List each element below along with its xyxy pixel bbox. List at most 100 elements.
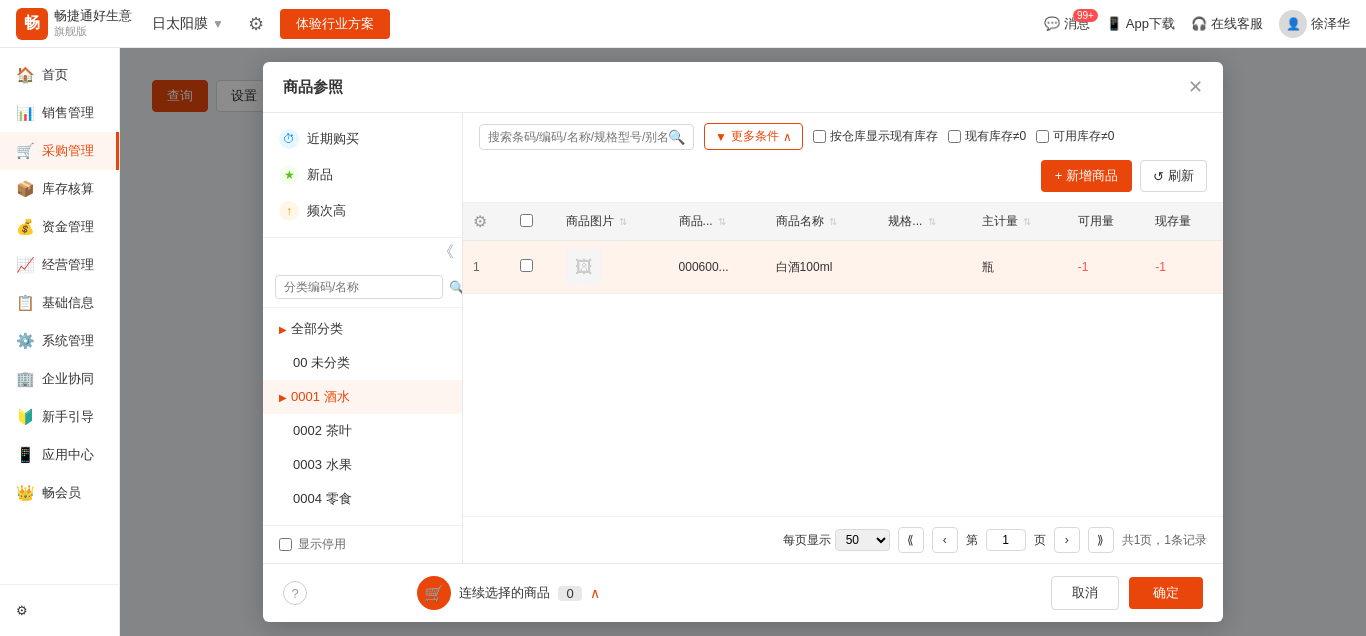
product-reference-modal: 商品参照 ✕ ⏱ 近期购买 ★ 新品	[263, 62, 1223, 622]
table-header-row: ⚙ 商品图片 ⇅	[463, 203, 1223, 241]
message-nav-item[interactable]: 💬 消息 99+	[1044, 15, 1090, 33]
first-page-btn[interactable]: ⟪	[898, 527, 924, 553]
by-warehouse-checkbox[interactable]	[813, 130, 826, 143]
category-item-00[interactable]: 00 未分类	[263, 346, 462, 380]
chevron-up-icon: ∧	[783, 130, 792, 144]
refresh-btn[interactable]: ↺ 刷新	[1140, 160, 1207, 192]
sidebar-item-basic[interactable]: 📋 基础信息	[0, 284, 119, 322]
img-sort-icon: ⇅	[619, 216, 627, 227]
sidebar-item-operation[interactable]: 📈 经营管理	[0, 246, 119, 284]
category-item-all[interactable]: ▶ 全部分类	[263, 312, 462, 346]
category-list: ▶ 全部分类 00 未分类 ▶ 0001 酒水 0002 茶	[263, 308, 462, 525]
th-img: 商品图片 ⇅	[556, 203, 669, 241]
cancel-btn[interactable]: 取消	[1051, 576, 1119, 610]
sidebar-item-enterprise[interactable]: 🏢 企业协同	[0, 360, 119, 398]
collapse-panel-btn[interactable]: 《	[263, 238, 462, 267]
inventory-icon: 📦	[16, 180, 34, 198]
message-icon: 💬	[1044, 16, 1060, 31]
cart-icon-btn[interactable]: 🛒	[417, 576, 451, 610]
app-download-nav-item[interactable]: 📱 App下载	[1106, 15, 1175, 33]
quick-link-recent[interactable]: ⏱ 近期购买	[263, 121, 462, 157]
sidebar-item-apps[interactable]: 📱 应用中心	[0, 436, 119, 474]
show-disabled-row: 显示停用	[263, 525, 462, 563]
sidebar-item-label: 经营管理	[42, 256, 94, 274]
sidebar-item-vip[interactable]: 👑 畅会员	[0, 474, 119, 512]
category-search-icon[interactable]: 🔍	[449, 280, 463, 295]
spec-sort-icon: ⇅	[928, 216, 936, 227]
system-icon: ⚙️	[16, 332, 34, 350]
sidebar-item-sales[interactable]: 📊 销售管理	[0, 94, 119, 132]
td-checkbox[interactable]	[510, 241, 556, 294]
modal-body: ⏱ 近期购买 ★ 新品 ↑ 频次高	[263, 113, 1223, 563]
table-settings-icon[interactable]: ⚙	[473, 213, 487, 230]
user-nav-item[interactable]: 👤 徐泽华	[1279, 10, 1350, 38]
table-row[interactable]: 1 🖼	[463, 241, 1223, 294]
operation-icon: 📈	[16, 256, 34, 274]
avatar: 👤	[1279, 10, 1307, 38]
modal-close-icon[interactable]: ✕	[1188, 76, 1203, 98]
confirm-btn[interactable]: 确定	[1129, 577, 1203, 609]
recent-icon: ⏱	[279, 129, 299, 149]
logo-title: 畅捷通好生意	[54, 8, 132, 25]
more-conditions-btn[interactable]: ▼ 更多条件 ∧	[704, 123, 803, 150]
available-nonzero-checkbox[interactable]	[1036, 130, 1049, 143]
gear-icon[interactable]: ⚙	[240, 8, 272, 40]
refresh-icon: ↺	[1153, 169, 1164, 184]
nonzero-checkbox[interactable]	[948, 130, 961, 143]
sidebar-settings-btn[interactable]: ⚙	[0, 593, 119, 628]
nav-right: 💬 消息 99+ 📱 App下载 🎧 在线客服 👤 徐泽华	[1044, 10, 1350, 38]
name-sort-icon: ⇅	[829, 216, 837, 227]
nonzero-checkbox-label[interactable]: 现有库存≠0	[948, 128, 1026, 145]
sidebar-item-purchase[interactable]: 🛒 采购管理	[0, 132, 119, 170]
show-disabled-checkbox[interactable]	[279, 538, 292, 551]
headset-icon: 🎧	[1191, 16, 1207, 31]
service-nav-item[interactable]: 🎧 在线客服	[1191, 15, 1263, 33]
category-item-0002[interactable]: 0002 茶叶	[263, 414, 462, 448]
th-stock: 现存量	[1145, 203, 1223, 241]
product-search-input[interactable]	[488, 130, 668, 144]
sidebar-item-label: 系统管理	[42, 332, 94, 350]
by-warehouse-checkbox-label[interactable]: 按仓库显示现有库存	[813, 128, 938, 145]
available-nonzero-checkbox-label[interactable]: 可用库存≠0	[1036, 128, 1114, 145]
row-checkbox[interactable]	[520, 259, 533, 272]
sidebar-item-inventory[interactable]: 📦 库存核算	[0, 170, 119, 208]
experience-btn[interactable]: 体验行业方案	[280, 9, 390, 39]
logo-area: 畅 畅捷通好生意 旗舰版	[16, 8, 132, 40]
apps-icon: 📱	[16, 446, 34, 464]
filter-icon: ▼	[715, 130, 727, 144]
next-page-btn[interactable]: ›	[1054, 527, 1080, 553]
category-item-0001[interactable]: ▶ 0001 酒水	[263, 380, 462, 414]
logo-subtitle: 旗舰版	[54, 24, 132, 39]
sidebar-item-label: 销售管理	[42, 104, 94, 122]
sidebar-item-system[interactable]: ⚙️ 系统管理	[0, 322, 119, 360]
last-page-btn[interactable]: ⟫	[1088, 527, 1114, 553]
phone-icon: 📱	[1106, 16, 1122, 31]
category-item-0005[interactable]: 0005 饮料	[263, 516, 462, 525]
page-number-input[interactable]	[986, 529, 1026, 551]
quick-link-new[interactable]: ★ 新品	[263, 157, 462, 193]
category-item-0003[interactable]: 0003 水果	[263, 448, 462, 482]
page-size-dropdown[interactable]: 50 10 20 100	[835, 529, 890, 551]
store-selector[interactable]: 日太阳膜 ▼	[152, 15, 224, 33]
product-search-wrap: 🔍	[479, 124, 694, 150]
sidebar-item-home[interactable]: 🏠 首页	[0, 56, 119, 94]
add-product-btn[interactable]: + 新增商品	[1041, 160, 1132, 192]
message-badge: 99+	[1073, 9, 1098, 22]
sidebar-item-finance[interactable]: 💰 资金管理	[0, 208, 119, 246]
quick-link-freq[interactable]: ↑ 频次高	[263, 193, 462, 229]
toolbar-right: + 新增商品 ↺ 刷新	[1041, 160, 1207, 192]
footer-collapse-icon[interactable]: ∧	[590, 585, 600, 601]
vip-icon: 👑	[16, 484, 34, 502]
sidebar-item-guide[interactable]: 🔰 新手引导	[0, 398, 119, 436]
th-checkbox	[510, 203, 556, 241]
sales-icon: 📊	[16, 104, 34, 122]
modal-footer: ? 🛒 连续选择的商品 0 ∧ 取消 确定	[263, 563, 1223, 622]
category-item-0004[interactable]: 0004 零食	[263, 482, 462, 516]
category-search-input[interactable]	[275, 275, 443, 299]
help-icon[interactable]: ?	[283, 581, 307, 605]
selected-count: 0	[558, 586, 582, 601]
product-search-icon[interactable]: 🔍	[668, 129, 685, 145]
prev-page-btn[interactable]: ‹	[932, 527, 958, 553]
category-search-bar: 🔍	[263, 267, 462, 308]
select-all-checkbox[interactable]	[520, 214, 533, 227]
